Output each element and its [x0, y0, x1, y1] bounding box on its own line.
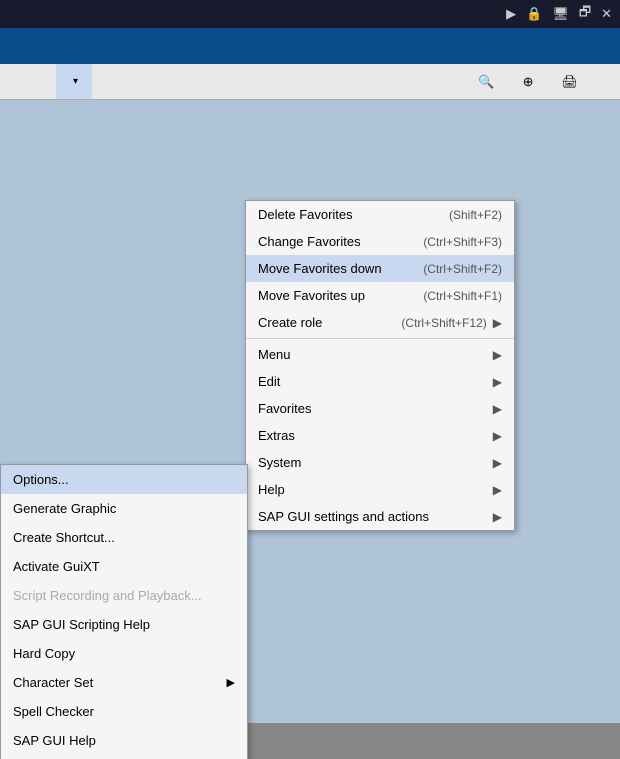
dropdown-item-system[interactable]: System ▶: [246, 449, 514, 476]
shortcut-change-favorites: (Ctrl+Shift+F3): [423, 235, 502, 249]
arrow-favorites: ▶: [493, 402, 502, 416]
sidebar-item-character-set[interactable]: Character Set ▶: [1, 668, 247, 697]
dropdown-item-change-favorites[interactable]: Change Favorites (Ctrl+Shift+F3): [246, 228, 514, 255]
sidebar-label-sap-gui-help: SAP GUI Help: [13, 733, 96, 748]
shortcut-create-role: (Ctrl+Shift+F12): [401, 316, 486, 330]
dropdown-item-label-create-role: Create role: [258, 315, 322, 330]
restore-icon[interactable]: 🗗: [579, 3, 591, 25]
shortcut-delete-favorites: (Shift+F2): [449, 208, 502, 222]
dropdown-item-label-move-favorites-down: Move Favorites down: [258, 261, 382, 276]
sidebar-label-script-recording: Script Recording and Playback...: [13, 588, 202, 603]
arrow-edit: ▶: [493, 375, 502, 389]
dropdown-item-edit[interactable]: Edit ▶: [246, 368, 514, 395]
toolbar-print-btn[interactable]: 🖨: [547, 64, 592, 99]
sidebar-item-sap-gui-help[interactable]: SAP GUI Help: [1, 726, 247, 755]
more-chevron-icon: ▾: [73, 76, 78, 87]
title-bar: ▶ 🔒 🖥 🗗 ✕: [0, 0, 620, 28]
dropdown-item-label-move-favorites-up: Move Favorites up: [258, 288, 365, 303]
dropdown-item-label-delete-favorites: Delete Favorites: [258, 207, 353, 222]
search-icon: 🔍: [478, 74, 494, 90]
dropdown-item-help[interactable]: Help ▶: [246, 476, 514, 503]
sidebar-label-generate-graphic: Generate Graphic: [13, 501, 116, 516]
print-icon: 🖨: [561, 74, 578, 90]
sidebar-label-spell-checker: Spell Checker: [13, 704, 94, 719]
sidebar-label-activate-guixt: Activate GuiXT: [13, 559, 100, 574]
sidebar-menu: Options... Generate Graphic Create Shortcu…: [0, 464, 248, 759]
shortcut-move-favorites-down: (Ctrl+Shift+F2): [423, 262, 502, 276]
dropdown-item-label-change-favorites: Change Favorites: [258, 234, 361, 249]
sidebar-item-sap-gui-scripting-help[interactable]: SAP GUI Scripting Help: [1, 610, 247, 639]
sidebar-label-hard-copy: Hard Copy: [13, 646, 75, 661]
sidebar-label-character-set: Character Set: [13, 675, 93, 690]
dropdown-item-label-favorites: Favorites: [258, 401, 311, 416]
arrow-sap-gui-settings: ▶: [493, 510, 502, 524]
dropdown-item-label-help: Help: [258, 482, 285, 497]
menu-item-add-favorites[interactable]: [28, 64, 56, 99]
sidebar-item-script-recording: Script Recording and Playback...: [1, 581, 247, 610]
menu-item-more[interactable]: ▾: [56, 64, 92, 99]
dropdown-item-label-menu: Menu: [258, 347, 291, 362]
sidebar-item-create-shortcut[interactable]: Create Shortcut...: [1, 523, 247, 552]
toolbar-search-btn[interactable]: 🔍: [464, 64, 508, 99]
sidebar-item-activate-guixt[interactable]: Activate GuiXT: [1, 552, 247, 581]
menu-item-other[interactable]: [0, 64, 28, 99]
sidebar-item-hard-copy[interactable]: Hard Copy: [1, 639, 247, 668]
sidebar-arrow-character-set: ▶: [227, 676, 235, 689]
sidebar-item-generate-graphic[interactable]: Generate Graphic: [1, 494, 247, 523]
dropdown-item-menu[interactable]: Menu ▶: [246, 341, 514, 368]
monitor-icon[interactable]: 🖥: [552, 6, 569, 22]
arrow-create-role: ▶: [493, 316, 502, 330]
toolbar-exit-btn[interactable]: [592, 64, 620, 99]
shortcut-move-favorites-up: (Ctrl+Shift+F1): [423, 289, 502, 303]
search2-icon: ⊕: [523, 74, 534, 90]
close-icon[interactable]: ✕: [601, 6, 612, 22]
sidebar-label-create-shortcut: Create Shortcut...: [13, 530, 115, 545]
main-content: Delete Favorites (Shift+F2) Change Favorit…: [0, 100, 620, 759]
dropdown-item-label-sap-gui-settings: SAP GUI settings and actions: [258, 509, 429, 524]
dropdown-item-favorites[interactable]: Favorites ▶: [246, 395, 514, 422]
title-bar-controls: ▶ 🔒 🖥 🗗 ✕: [506, 3, 612, 25]
arrow-system: ▶: [493, 456, 502, 470]
dropdown-item-label-edit: Edit: [258, 374, 280, 389]
sidebar-item-about[interactable]: About...: [1, 755, 247, 759]
dropdown-item-label-extras: Extras: [258, 428, 295, 443]
arrow-menu: ▶: [493, 348, 502, 362]
dropdown-item-move-favorites-down[interactable]: Move Favorites down (Ctrl+Shift+F2): [246, 255, 514, 282]
dropdown-item-label-system: System: [258, 455, 301, 470]
sidebar-item-options[interactable]: Options...: [1, 465, 247, 494]
more-dropdown: Delete Favorites (Shift+F2) Change Favorit…: [245, 200, 515, 531]
dropdown-item-extras[interactable]: Extras ▶: [246, 422, 514, 449]
lock-icon[interactable]: 🔒: [526, 6, 542, 22]
play-icon[interactable]: ▶: [506, 6, 516, 22]
dropdown-item-sap-gui-settings[interactable]: SAP GUI settings and actions ▶: [246, 503, 514, 530]
arrow-extras: ▶: [493, 429, 502, 443]
sidebar-item-spell-checker[interactable]: Spell Checker: [1, 697, 247, 726]
dropdown-divider: [246, 338, 514, 339]
app-header: [0, 28, 620, 64]
dropdown-item-delete-favorites[interactable]: Delete Favorites (Shift+F2): [246, 201, 514, 228]
dropdown-item-move-favorites-up[interactable]: Move Favorites up (Ctrl+Shift+F1): [246, 282, 514, 309]
sidebar-label-options: Options...: [13, 472, 69, 487]
toolbar-search2-btn[interactable]: ⊕: [509, 64, 548, 99]
bottom-bar: [248, 723, 620, 759]
arrow-help: ▶: [493, 483, 502, 497]
menu-bar: ▾ 🔍 ⊕ 🖨: [0, 64, 620, 100]
dropdown-item-create-role[interactable]: Create role (Ctrl+Shift+F12) ▶: [246, 309, 514, 336]
sidebar-label-sap-gui-scripting-help: SAP GUI Scripting Help: [13, 617, 150, 632]
